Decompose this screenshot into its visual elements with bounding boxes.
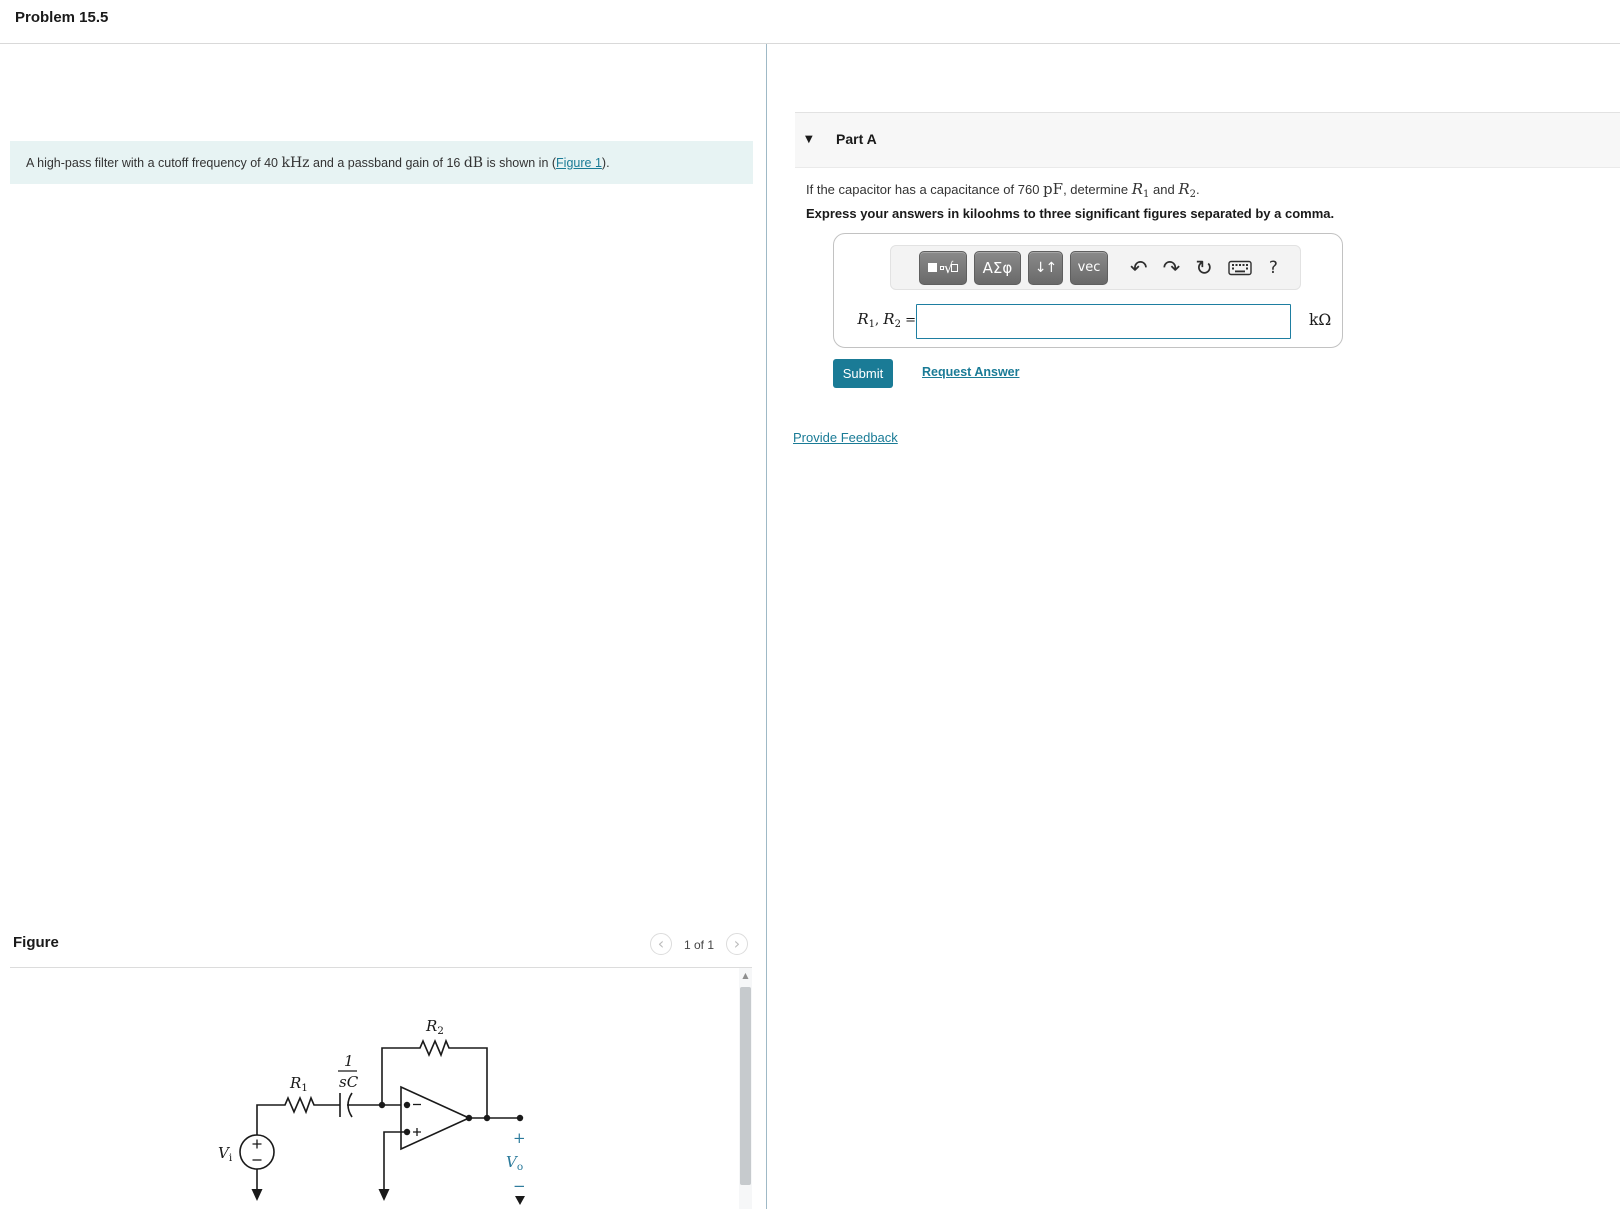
label-r2: R2	[425, 1017, 444, 1037]
figure-prev-button[interactable]: ‹	[650, 933, 672, 955]
figure-next-button[interactable]: ›	[726, 933, 748, 955]
header-divider	[0, 43, 1620, 44]
statement-text: A high-pass filter with a cutoff frequen…	[26, 156, 281, 170]
unit-pf: pF	[1043, 180, 1063, 198]
provide-feedback-link[interactable]: Provide Feedback	[793, 430, 898, 445]
collapse-icon[interactable]: ▼	[805, 134, 813, 145]
label-cap-den: sC	[339, 1073, 359, 1091]
statement-text: and a passband gain of 16	[310, 156, 464, 170]
question-segment: If the capacitor has a capacitance of 76…	[806, 182, 1043, 197]
label-r1: R	[857, 310, 868, 328]
reset-icon[interactable]: ↻	[1195, 251, 1213, 285]
radicand-box-icon	[951, 264, 958, 272]
redo-icon[interactable]: ↷	[1163, 251, 1181, 285]
label-r2: R	[883, 310, 894, 328]
label-vo: Vo	[506, 1153, 523, 1173]
page-title: Problem 15.5	[15, 9, 108, 26]
help-icon[interactable]: ?	[1269, 251, 1278, 285]
figure-link[interactable]: Figure 1	[556, 156, 602, 170]
statement-text: is shown in (	[483, 156, 556, 170]
undo-icon[interactable]: ↶	[1130, 251, 1148, 285]
scrollbar-thumb[interactable]	[740, 987, 751, 1185]
question-segment: and	[1149, 182, 1178, 197]
part-a-title: Part A	[836, 131, 877, 147]
question-segment: .	[1196, 182, 1200, 197]
label-cap-num: 1	[344, 1052, 354, 1070]
unit-kohm: kΩ	[1309, 311, 1331, 329]
math-toolbar: √ ΑΣφ ↓↑ vec ↶ ↷ ↻ ?	[890, 245, 1301, 290]
unit-khz: kHz	[281, 155, 309, 171]
filled-square-icon	[928, 263, 937, 272]
figure-scrollbar[interactable]: ▲	[739, 968, 752, 1209]
statement-text: ).	[602, 156, 610, 170]
label-r1: R1	[289, 1074, 308, 1094]
scroll-up-icon[interactable]: ▲	[739, 971, 752, 980]
panel-divider	[766, 44, 767, 1209]
submit-button[interactable]: Submit	[833, 359, 893, 388]
figure-heading: Figure	[13, 934, 59, 951]
var-r1: R	[1132, 180, 1143, 198]
vector-button[interactable]: vec	[1070, 251, 1108, 285]
label-out-plus: +	[513, 1129, 526, 1147]
page: Problem 15.5 A high-pass filter with a c…	[0, 0, 1620, 1209]
answer-label: R1, R2 =	[834, 310, 916, 330]
keyboard-icon[interactable]	[1228, 251, 1252, 285]
circuit-figure: R1 R2 1 sC Vi + Vo −	[180, 960, 740, 1209]
part-a-header[interactable]: ▼ Part A	[795, 112, 1620, 168]
unit-db: dB	[464, 155, 483, 171]
answer-box: √ ΑΣφ ↓↑ vec ↶ ↷ ↻ ?	[833, 233, 1343, 348]
figure-pager-label: 1 of 1	[674, 938, 724, 952]
label-vi: Vi	[218, 1144, 233, 1164]
question-segment: , determine	[1063, 182, 1132, 197]
instruction-text: Express your answers in kiloohms to thre…	[806, 206, 1334, 221]
units-toggle-button[interactable]: ↓↑	[1028, 251, 1063, 285]
request-answer-link[interactable]: Request Answer	[922, 365, 1019, 379]
greek-symbols-button[interactable]: ΑΣφ	[974, 251, 1021, 285]
question-text: If the capacitor has a capacitance of 76…	[806, 180, 1200, 200]
label-equals: =	[901, 313, 916, 328]
label-out-minus: −	[513, 1177, 526, 1195]
math-template-button[interactable]: √	[919, 251, 967, 285]
var-r2: R	[1178, 180, 1189, 198]
problem-statement: A high-pass filter with a cutoff frequen…	[10, 141, 753, 184]
answer-input[interactable]	[916, 304, 1291, 339]
